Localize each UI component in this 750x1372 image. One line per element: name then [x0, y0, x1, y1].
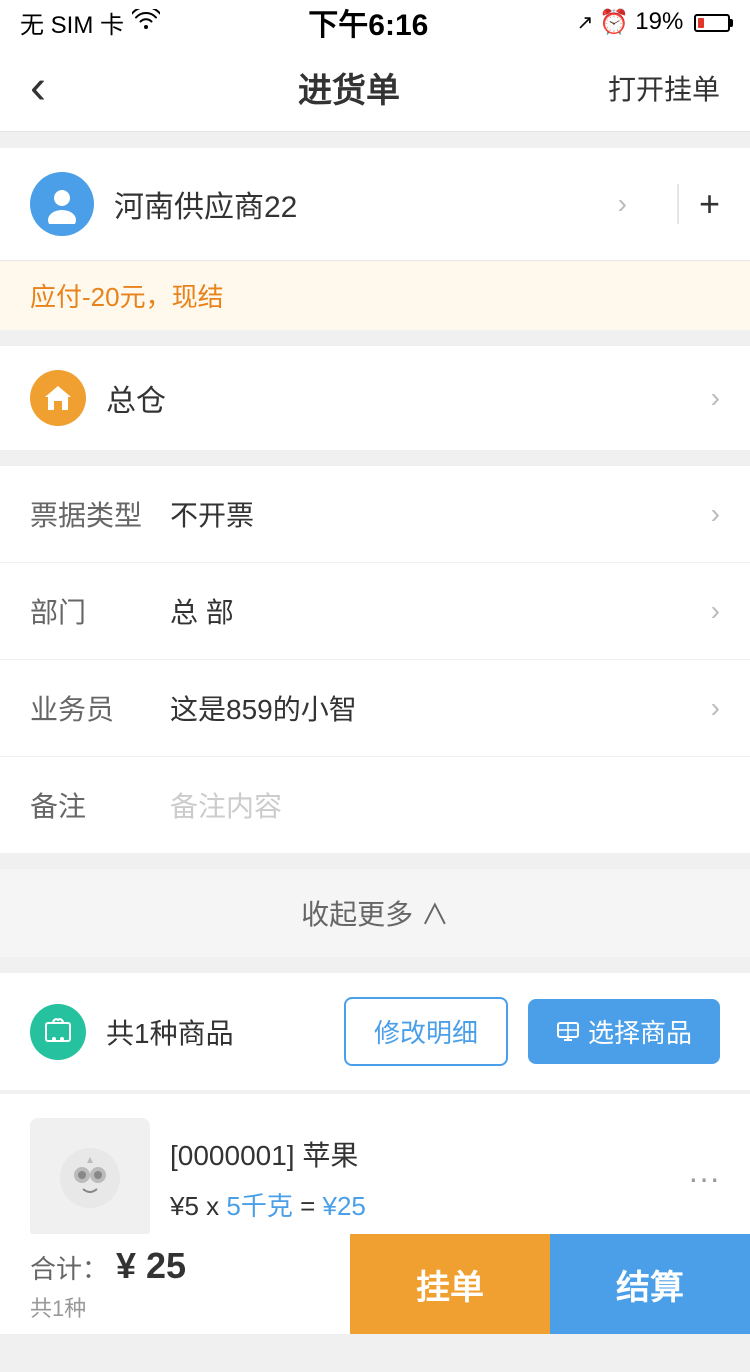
warehouse-icon [30, 370, 86, 426]
select-product-label: 选择商品 [588, 1013, 692, 1050]
bottom-bar: 合计： ¥ 25 共1种 挂单 结算 [0, 1234, 750, 1334]
supplier-chevron-icon: › [618, 188, 627, 220]
product-header: 共1种商品 修改明细 选择商品 [0, 973, 750, 1090]
product-info: [0000001] 苹果 ¥5 x 5千克 = ¥25 [170, 1134, 668, 1223]
equals-icon: = [300, 1191, 322, 1221]
section-spacer-mid [0, 957, 750, 973]
total-label: 合计： [30, 1249, 108, 1286]
remark-label: 备注 [30, 785, 150, 825]
salesperson-row[interactable]: 业务员 这是859的小智 › [0, 659, 750, 756]
status-bar: 无 SIM 卡 下午6:16 ↗ ⏰ 19% [0, 0, 750, 44]
status-right: ↗ ⏰ 19% [577, 8, 730, 37]
house-icon [43, 383, 73, 413]
total-area: 合计： ¥ 25 共1种 [0, 1234, 350, 1334]
product-divider [0, 1090, 750, 1092]
warehouse-row[interactable]: 总仓 › [0, 346, 750, 450]
remark-row[interactable]: 备注 备注内容 [0, 756, 750, 853]
alarm-icon: ⏰ [599, 8, 629, 37]
back-button[interactable]: ‹ [30, 60, 90, 115]
status-left: 无 SIM 卡 [20, 5, 160, 40]
invoice-type-row[interactable]: 票据类型 不开票 › [0, 466, 750, 562]
select-product-button[interactable]: 选择商品 [528, 999, 720, 1064]
notice-bar: 应付-20元，现结 [0, 261, 750, 330]
edit-detail-button[interactable]: 修改明细 [344, 997, 508, 1066]
supplier-avatar [30, 172, 94, 236]
product-total: ¥25 [323, 1191, 366, 1221]
dept-row[interactable]: 部门 总 部 › [0, 562, 750, 659]
remark-input[interactable]: 备注内容 [150, 785, 720, 825]
select-product-icon [556, 1020, 580, 1044]
product-more-button[interactable]: ··· [688, 1160, 720, 1197]
product-thumb-image [55, 1143, 125, 1213]
invoice-label: 票据类型 [30, 494, 150, 534]
invoice-value: 不开票 [150, 494, 711, 534]
warehouse-section: 总仓 › [0, 346, 750, 450]
dept-value: 总 部 [150, 591, 711, 631]
cart-icon [43, 1017, 73, 1047]
product-price-row: ¥5 x 5千克 = ¥25 [170, 1186, 668, 1223]
salesperson-chevron-icon: › [711, 692, 720, 724]
product-name: [0000001] 苹果 [170, 1134, 668, 1174]
collapse-label: 收起更多 ∧ [301, 899, 449, 930]
product-title: 苹果 [302, 1140, 358, 1171]
collapse-bar[interactable]: 收起更多 ∧ [0, 869, 750, 957]
total-line: 合计： ¥ 25 [30, 1245, 320, 1287]
supplier-plus-button[interactable]: + [699, 183, 720, 225]
total-amount: ¥ 25 [116, 1245, 186, 1287]
notice-text: 应付-20元，现结 [30, 282, 224, 312]
dept-label: 部门 [30, 591, 150, 631]
total-count: 共1种 [30, 1291, 320, 1323]
supplier-section: 河南供应商22 › + 应付-20元，现结 [0, 148, 750, 330]
warehouse-name: 总仓 [106, 376, 711, 420]
battery-label: 19% [635, 8, 730, 36]
product-count-icon [30, 1004, 86, 1060]
form-section: 票据类型 不开票 › 部门 总 部 › 业务员 这是859的小智 › 备注 备注… [0, 466, 750, 853]
invoice-chevron-icon: › [711, 498, 720, 530]
person-icon [42, 184, 82, 224]
status-time: 下午6:16 [308, 0, 428, 44]
dept-chevron-icon: › [711, 595, 720, 627]
location-icon: ↗ [577, 10, 594, 35]
wifi-icon [132, 8, 160, 36]
warehouse-chevron-icon: › [711, 382, 720, 414]
hang-button[interactable]: 挂单 [350, 1234, 550, 1334]
nav-bar: ‹ 进货单 打开挂单 [0, 44, 750, 132]
carrier-label: 无 SIM 卡 [20, 5, 124, 40]
product-count-text: 共1种商品 [106, 1012, 324, 1052]
multiply-icon: x [206, 1191, 226, 1221]
product-quantity: 5千克 [226, 1191, 292, 1221]
product-price: ¥5 [170, 1191, 199, 1221]
checkout-button[interactable]: 结算 [550, 1234, 750, 1334]
product-thumbnail [30, 1118, 150, 1238]
page-title: 进货单 [298, 63, 400, 112]
supplier-row[interactable]: 河南供应商22 › + [0, 148, 750, 261]
open-hang-button[interactable]: 打开挂单 [608, 68, 720, 108]
section-spacer-top [0, 132, 750, 148]
salesperson-label: 业务员 [30, 688, 150, 728]
product-code: [0000001] [170, 1140, 295, 1171]
salesperson-value: 这是859的小智 [150, 688, 711, 728]
supplier-name: 河南供应商22 [114, 182, 618, 226]
supplier-divider [677, 184, 679, 224]
